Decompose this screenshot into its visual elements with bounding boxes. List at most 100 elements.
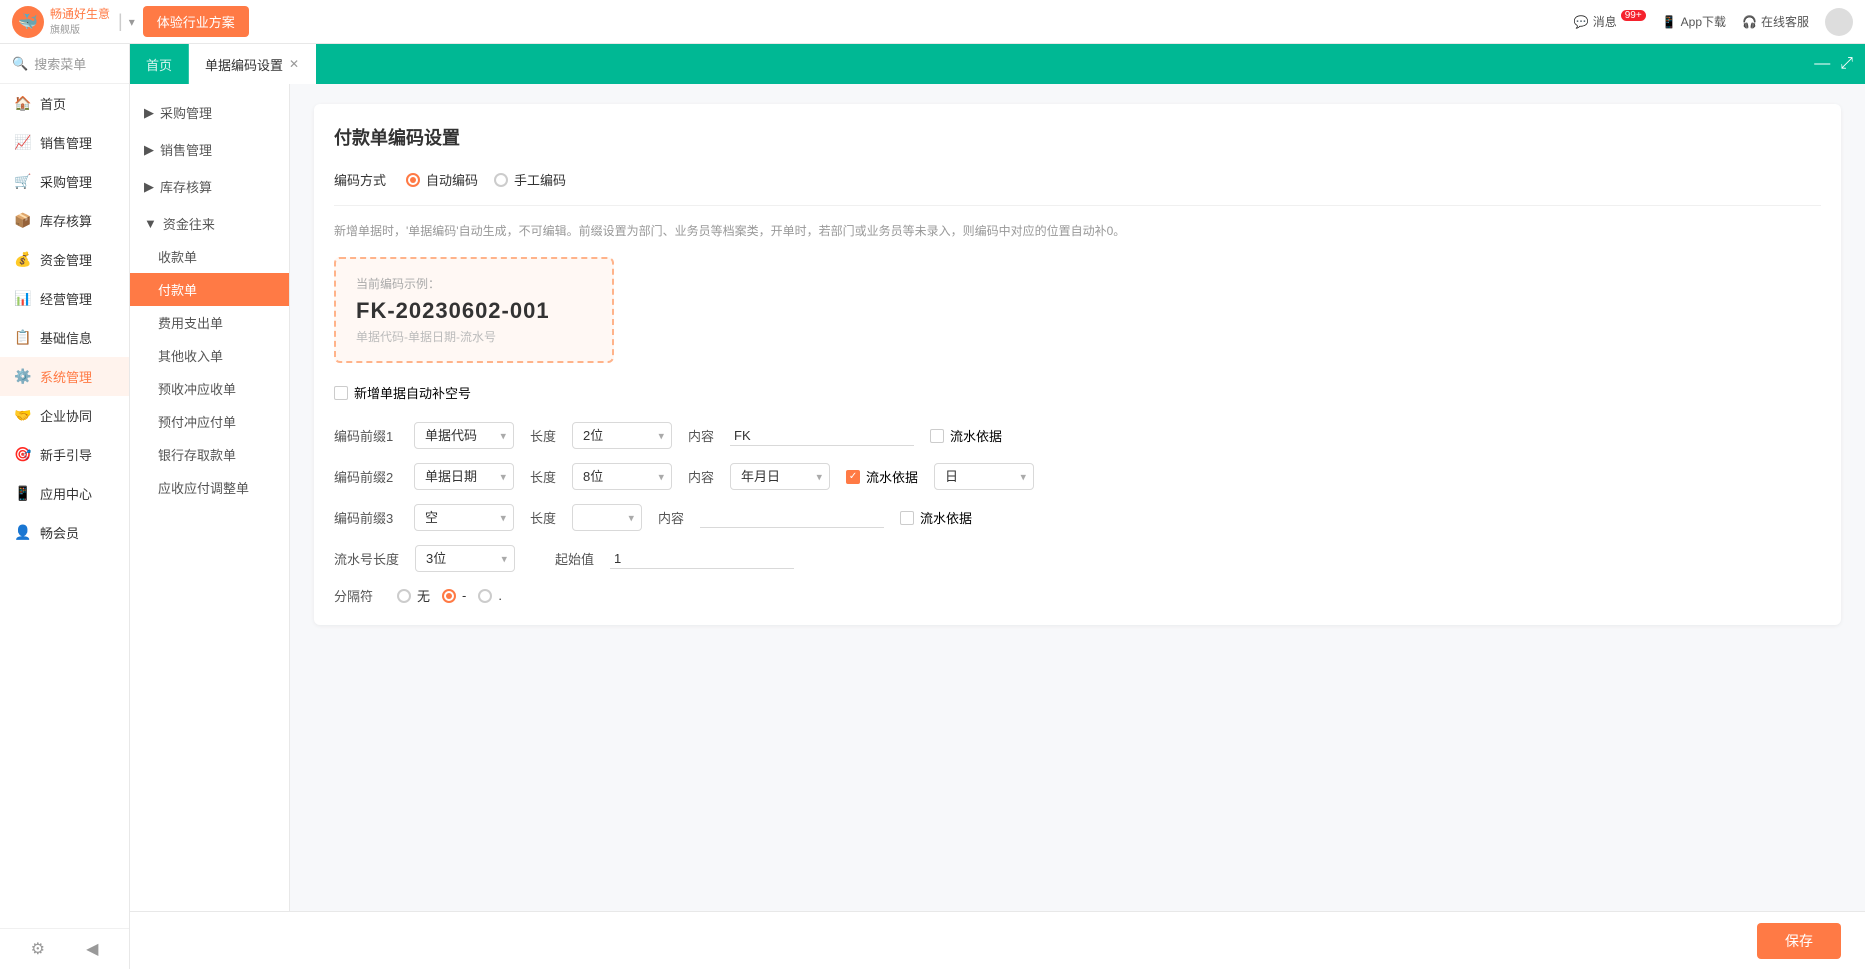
sub-sidebar: ▶ 采购管理 ▶ 销售管理 ▶ 库存核算 [130, 84, 290, 911]
sub-sidebar-sales-section: ▶ 销售管理 [130, 133, 289, 166]
tab-home-label: 首页 [146, 55, 172, 74]
sub-sidebar-sales[interactable]: ▶ 销售管理 [130, 133, 289, 166]
tab-minimize-icon[interactable]: — [1814, 55, 1830, 73]
main-layout: 🔍 搜索菜单 🏠 首页 📈 销售管理 🛒 采购管理 📦 库存核算 💰 资金管理 … [0, 44, 1865, 969]
prefix3-length-label: 长度 [530, 508, 556, 527]
prefix2-content-select-wrap: 年月日 [730, 463, 830, 490]
basic-icon: 📋 [14, 329, 32, 347]
prefix3-type-select-wrap: 空 [414, 504, 514, 531]
prefix3-length-select[interactable] [572, 504, 642, 531]
member-icon: 👤 [14, 524, 32, 542]
service-label: 在线客服 [1761, 13, 1809, 30]
dropdown-text: ▾ [129, 15, 135, 29]
collapse-icon[interactable]: ◀ [86, 939, 98, 959]
sub-layout: ▶ 采购管理 ▶ 销售管理 ▶ 库存核算 [130, 84, 1865, 911]
avatar[interactable] [1825, 8, 1853, 36]
separator-dot[interactable]: . [478, 588, 502, 603]
sidebar-item-partner[interactable]: 🤝 企业协同 [0, 396, 129, 435]
prefix2-stream-checkbox[interactable]: ✓ [846, 470, 860, 484]
prefix2-length-select[interactable]: 8位 [572, 463, 672, 490]
sub-sidebar-purchase-label: 采购管理 [160, 103, 212, 122]
tab-encoding[interactable]: 单据编码设置 ✕ [189, 44, 316, 84]
prefix1-length-select[interactable]: 2位 [572, 422, 672, 449]
prefix3-stream-checkbox[interactable] [900, 511, 914, 525]
experience-button[interactable]: 体验行业方案 [143, 6, 249, 37]
separator-dash-label: - [462, 588, 466, 603]
radio-auto-label: 自动编码 [426, 170, 478, 189]
sub-sidebar-capital[interactable]: ▼ 资金往来 [130, 207, 289, 240]
sidebar-item-sales[interactable]: 📈 销售管理 [0, 123, 129, 162]
radio-manual[interactable]: 手工编码 [494, 170, 566, 189]
separator-dash[interactable]: - [442, 588, 466, 603]
radio-manual-label: 手工编码 [514, 170, 566, 189]
sales-icon: 📈 [14, 134, 32, 152]
sub-sidebar-prepaid-recv[interactable]: 预收冲应收单 [130, 372, 289, 405]
settings-bottom-icon[interactable]: ⚙ [31, 939, 45, 959]
save-button[interactable]: 保存 [1757, 923, 1841, 959]
tab-encoding-label: 单据编码设置 [205, 55, 283, 74]
sub-sidebar-capital-section: ▼ 资金往来 收款单 付款单 费用支出单 其他收入单 预收冲应收单 预付冲应付单… [130, 207, 289, 504]
brand-logo: 🐳 畅通好生意 旗舰版 [12, 6, 110, 38]
sidebar-item-apps[interactable]: 📱 应用中心 [0, 474, 129, 513]
prefix2-stream-unit-select[interactable]: 日 [934, 463, 1034, 490]
system-icon: ⚙️ [14, 368, 32, 386]
sub-sidebar-payment[interactable]: 付款单 [130, 273, 289, 306]
sidebar-item-member[interactable]: 👤 畅会员 [0, 513, 129, 552]
separator-none[interactable]: 无 [397, 586, 430, 605]
prefix3-length-select-wrap [572, 504, 642, 531]
sub-sidebar-inventory-section: ▶ 库存核算 [130, 170, 289, 203]
sidebar-item-basic[interactable]: 📋 基础信息 [0, 318, 129, 357]
sub-sidebar-adj[interactable]: 应收应付调整单 [130, 471, 289, 504]
sidebar-item-home[interactable]: 🏠 首页 [0, 84, 129, 123]
serial-length-select[interactable]: 3位 [415, 545, 515, 572]
sidebar-item-inventory[interactable]: 📦 库存核算 [0, 201, 129, 240]
sidebar-item-guide[interactable]: 🎯 新手引导 [0, 435, 129, 474]
prefix1-stream-label: 流水依据 [950, 426, 1002, 445]
online-service-btn[interactable]: 🎧 在线客服 [1742, 13, 1809, 30]
prefix2-type-select[interactable]: 单据日期 [414, 463, 514, 490]
tab-home[interactable]: 首页 [130, 44, 189, 84]
sidebar-item-basic-label: 基础信息 [40, 328, 92, 347]
sidebar-item-purchase[interactable]: 🛒 采购管理 [0, 162, 129, 201]
sub-sidebar-expense[interactable]: 费用支出单 [130, 306, 289, 339]
app-download-btn[interactable]: 📱 App下载 [1662, 13, 1726, 30]
sidebar-item-finance-label: 资金管理 [40, 250, 92, 269]
sidebar-item-finance[interactable]: 💰 资金管理 [0, 240, 129, 279]
sub-sidebar-sales-label: 销售管理 [160, 140, 212, 159]
sub-sidebar-purchase[interactable]: ▶ 采购管理 [130, 96, 289, 129]
code-preview-sub: 单据代码-单据日期-流水号 [356, 328, 592, 345]
info-text: 新增单据时，'单据编码'自动生成，不可编辑。前缀设置为部门、业务员等档案类，开单… [334, 222, 1821, 241]
tab-encoding-close[interactable]: ✕ [289, 57, 299, 71]
sub-sidebar-inventory[interactable]: ▶ 库存核算 [130, 170, 289, 203]
auto-fill-checkbox[interactable] [334, 386, 348, 400]
prefix2-content-select[interactable]: 年月日 [730, 463, 830, 490]
sidebar-item-operation[interactable]: 📊 经营管理 [0, 279, 129, 318]
message-btn[interactable]: 💬 消息 99+ [1574, 13, 1646, 30]
prefix1-content-input[interactable] [730, 426, 914, 446]
sidebar-item-partner-label: 企业协同 [40, 406, 92, 425]
separator-label: 分隔符 [334, 586, 373, 605]
sidebar-search[interactable]: 🔍 搜索菜单 [0, 44, 129, 84]
sub-sidebar-receipt[interactable]: 收款单 [130, 240, 289, 273]
app-download-label: App下载 [1681, 13, 1726, 30]
main-card: 付款单编码设置 编码方式 自动编码 手工编码 [314, 104, 1841, 625]
tab-expand-icon[interactable]: ⤢ [1840, 55, 1853, 73]
separator-none-label: 无 [417, 586, 430, 605]
radio-auto[interactable]: 自动编码 [406, 170, 478, 189]
sidebar-item-system-label: 系统管理 [40, 367, 92, 386]
prefix1-stream-checkbox[interactable] [930, 429, 944, 443]
prefix1-type-select[interactable]: 单据代码 [414, 422, 514, 449]
sub-sidebar-prepaid-pay[interactable]: 预付冲应付单 [130, 405, 289, 438]
sub-sidebar-other-income[interactable]: 其他收入单 [130, 339, 289, 372]
dropdown-area[interactable]: | ▾ [118, 11, 135, 32]
message-label: 消息 [1593, 13, 1617, 30]
start-value-input[interactable] [610, 549, 794, 569]
prefix3-content-input[interactable] [700, 508, 884, 528]
prefix3-type-select[interactable]: 空 [414, 504, 514, 531]
prefix1-label: 编码前缀1 [334, 426, 398, 445]
prefix1-length-select-wrap: 2位 [572, 422, 672, 449]
arrow-right-icon3: ▶ [144, 179, 154, 195]
prefix3-content-label: 内容 [658, 508, 684, 527]
sub-sidebar-bank[interactable]: 银行存取款单 [130, 438, 289, 471]
sidebar-item-system[interactable]: ⚙️ 系统管理 [0, 357, 129, 396]
